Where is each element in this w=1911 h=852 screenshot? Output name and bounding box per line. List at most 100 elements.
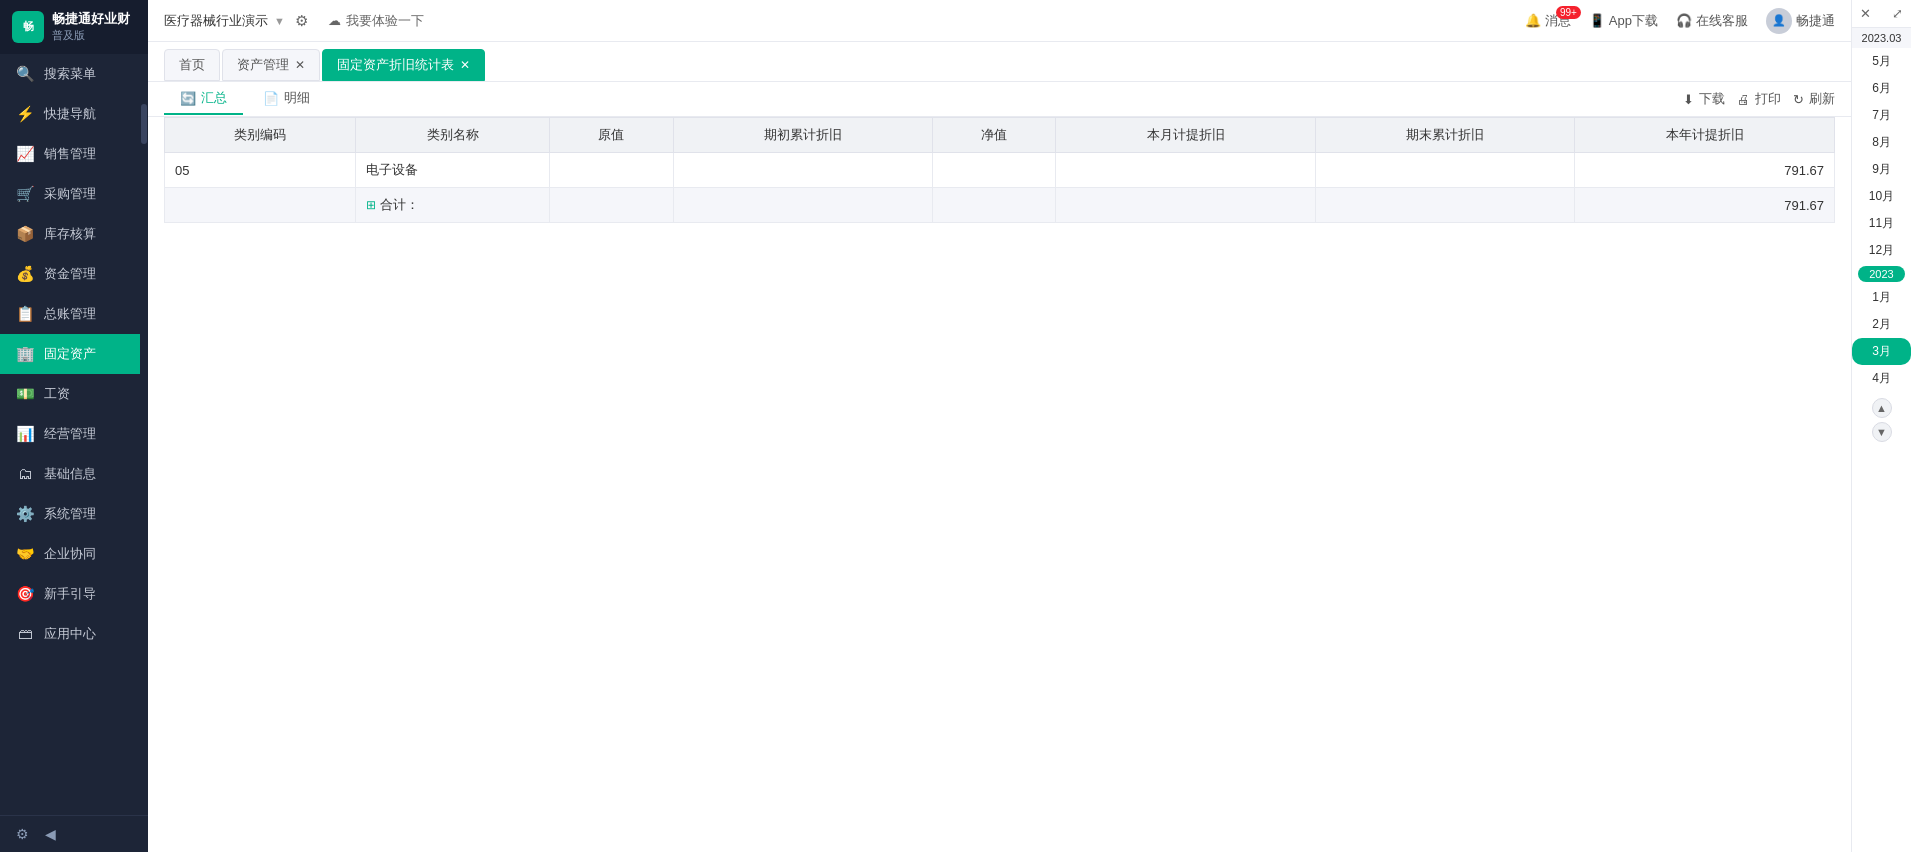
year-label[interactable]: 2023 [1858, 266, 1905, 282]
sidebar-label-purchase: 采购管理 [44, 185, 96, 203]
fixed-assets-icon: 🏢 [16, 345, 34, 363]
table-header: 类别编码类别名称原值期初累计折旧净值本月计提折旧期末累计折旧本年计提折旧 [165, 118, 1835, 153]
tab-label-asset-mgmt: 资产管理 [237, 56, 289, 74]
download-icon: ⬇ [1683, 92, 1694, 107]
detail-subtab-icon: 📄 [263, 91, 279, 106]
download-button[interactable]: ⬇ 下载 [1683, 90, 1725, 108]
topbar-settings-icon[interactable]: ⚙ [295, 12, 308, 30]
purchase-icon: 🛒 [16, 185, 34, 203]
subtab-summary[interactable]: 🔄 汇总 [164, 83, 243, 115]
tab-close-asset-mgmt[interactable]: ✕ [295, 58, 305, 72]
year-section: 2023 1月2月3月4月 [1852, 264, 1911, 392]
total-cell [1315, 188, 1575, 223]
col-header: 类别编码 [165, 118, 356, 153]
sidebar-item-fixed-assets[interactable]: 🏢 固定资产 [0, 334, 140, 374]
total-cell: ⊞合计： [356, 188, 550, 223]
sidebar-item-sales[interactable]: 📈 销售管理 [0, 134, 140, 174]
basic-info-icon: 🗂 [16, 465, 34, 482]
month-item[interactable]: 1月 [1852, 284, 1911, 311]
toolbar: ⬇ 下载 🖨 打印 ↻ 刷新 [1683, 82, 1835, 116]
online-service-button[interactable]: 🎧 在线客服 [1676, 12, 1748, 30]
month-item[interactable]: 7月 [1852, 102, 1911, 129]
refresh-icon: ↻ [1793, 92, 1804, 107]
expand-panel-icon[interactable]: ⤢ [1892, 6, 1903, 21]
sidebar-item-search[interactable]: 🔍 搜索菜单 [0, 54, 140, 94]
total-cell: 791.67 [1575, 188, 1835, 223]
subtab-detail[interactable]: 📄 明细 [247, 83, 326, 115]
sidebar-label-app-center: 应用中心 [44, 625, 96, 643]
sidebar-item-payroll[interactable]: 💵 工资 [0, 374, 140, 414]
tab-label-home: 首页 [179, 56, 205, 74]
table-total-row: ⊞合计： 791.67 [165, 188, 1835, 223]
month-item[interactable]: 3月 [1852, 338, 1911, 365]
table-cell [1315, 153, 1575, 188]
tab-home[interactable]: 首页 [164, 49, 220, 81]
logo-text: 畅捷通好业财 普及版 [52, 10, 130, 44]
refresh-button[interactable]: ↻ 刷新 [1793, 90, 1835, 108]
headset-icon: 🎧 [1676, 13, 1692, 28]
tab-close-depreciation-table[interactable]: ✕ [460, 58, 470, 72]
sidebar-item-funds[interactable]: 💰 资金管理 [0, 254, 140, 294]
app-download-button[interactable]: 📱 App下载 [1589, 12, 1658, 30]
experience-button[interactable]: ☁ 我要体验一下 [328, 12, 424, 30]
system-icon: ⚙️ [16, 505, 34, 523]
month-item[interactable]: 6月 [1852, 75, 1911, 102]
notifications-button[interactable]: 🔔 消息 99+ [1525, 12, 1571, 30]
month-item[interactable]: 2月 [1852, 311, 1911, 338]
panel-up-button[interactable]: ▲ [1872, 398, 1892, 418]
sidebar-item-ledger[interactable]: 📋 总账管理 [0, 294, 140, 334]
inventory-icon: 📦 [16, 225, 34, 243]
tab-depreciation-table[interactable]: 固定资产折旧统计表✕ [322, 49, 485, 81]
collapse-icon[interactable]: ◀ [45, 826, 56, 842]
sidebar-item-app-center[interactable]: 🗃 应用中心 [0, 614, 140, 654]
sidebar-scrollbar[interactable] [141, 104, 147, 144]
month-item[interactable]: 10月 [1852, 183, 1911, 210]
depreciation-table: 类别编码类别名称原值期初累计折旧净值本月计提折旧期末累计折旧本年计提折旧 05电… [164, 117, 1835, 223]
sidebar-label-guide: 新手引导 [44, 585, 96, 603]
month-item[interactable]: 8月 [1852, 129, 1911, 156]
month-item[interactable]: 11月 [1852, 210, 1911, 237]
table-cell [1056, 153, 1316, 188]
sidebar-item-system[interactable]: ⚙️ 系统管理 [0, 494, 140, 534]
total-cell [933, 188, 1056, 223]
month-item[interactable]: 5月 [1852, 48, 1911, 75]
sidebar-item-quick-nav[interactable]: ⚡ 快捷导航 [0, 94, 140, 134]
col-header: 类别名称 [356, 118, 550, 153]
company-name: 医疗器械行业演示 [164, 12, 268, 30]
month-item[interactable]: 12月 [1852, 237, 1911, 264]
user-menu[interactable]: 👤 畅捷通 [1766, 8, 1835, 34]
sidebar-item-enterprise[interactable]: 🤝 企业协同 [0, 534, 140, 574]
company-selector[interactable]: 医疗器械行业演示 ▼ [164, 12, 285, 30]
tabbar: 首页资产管理✕固定资产折旧统计表✕ [148, 42, 1851, 82]
operations-icon: 📊 [16, 425, 34, 443]
sidebar-item-purchase[interactable]: 🛒 采购管理 [0, 174, 140, 214]
tab-asset-mgmt[interactable]: 资产管理 ✕ [222, 49, 320, 81]
year-section-prev: 5月6月7月8月9月10月11月12月 [1852, 48, 1911, 264]
panel-down-button[interactable]: ▼ [1872, 422, 1892, 442]
month-item[interactable]: 4月 [1852, 365, 1911, 392]
quick-nav-icon: ⚡ [16, 105, 34, 123]
sidebar-item-operations[interactable]: 📊 经营管理 [0, 414, 140, 454]
month-item[interactable]: 9月 [1852, 156, 1911, 183]
sidebar-label-enterprise: 企业协同 [44, 545, 96, 563]
guide-icon: 🎯 [16, 585, 34, 603]
sidebar-item-inventory[interactable]: 📦 库存核算 [0, 214, 140, 254]
settings-icon[interactable]: ⚙ [16, 826, 29, 842]
total-cell [1056, 188, 1316, 223]
subtab-label-summary: 汇总 [201, 89, 227, 107]
col-header: 本年计提折旧 [1575, 118, 1835, 153]
topbar-right: 🔔 消息 99+ 📱 App下载 🎧 在线客服 👤 畅捷通 [1525, 8, 1835, 34]
col-header: 期末累计折旧 [1315, 118, 1575, 153]
subtab-bar: 🔄 汇总 📄 明细 [164, 83, 1683, 115]
print-icon: 🖨 [1737, 92, 1750, 107]
subtab-toolbar-row: 🔄 汇总 📄 明细 ⬇ 下载 🖨 打印 ↻ 刷新 [148, 82, 1851, 117]
print-button[interactable]: 🖨 打印 [1737, 90, 1781, 108]
sidebar-label-sales: 销售管理 [44, 145, 96, 163]
table-container: 类别编码类别名称原值期初累计折旧净值本月计提折旧期末累计折旧本年计提折旧 05电… [148, 117, 1851, 852]
content-area: 🔄 汇总 📄 明细 ⬇ 下载 🖨 打印 ↻ 刷新 [148, 82, 1851, 852]
table-cell: 05 [165, 153, 356, 188]
close-panel-icon[interactable]: ✕ [1860, 6, 1871, 21]
sidebar-item-guide[interactable]: 🎯 新手引导 [0, 574, 140, 614]
sidebar-item-basic-info[interactable]: 🗂 基础信息 [0, 454, 140, 494]
sidebar-logo: 畅 畅捷通好业财 普及版 [0, 0, 148, 54]
